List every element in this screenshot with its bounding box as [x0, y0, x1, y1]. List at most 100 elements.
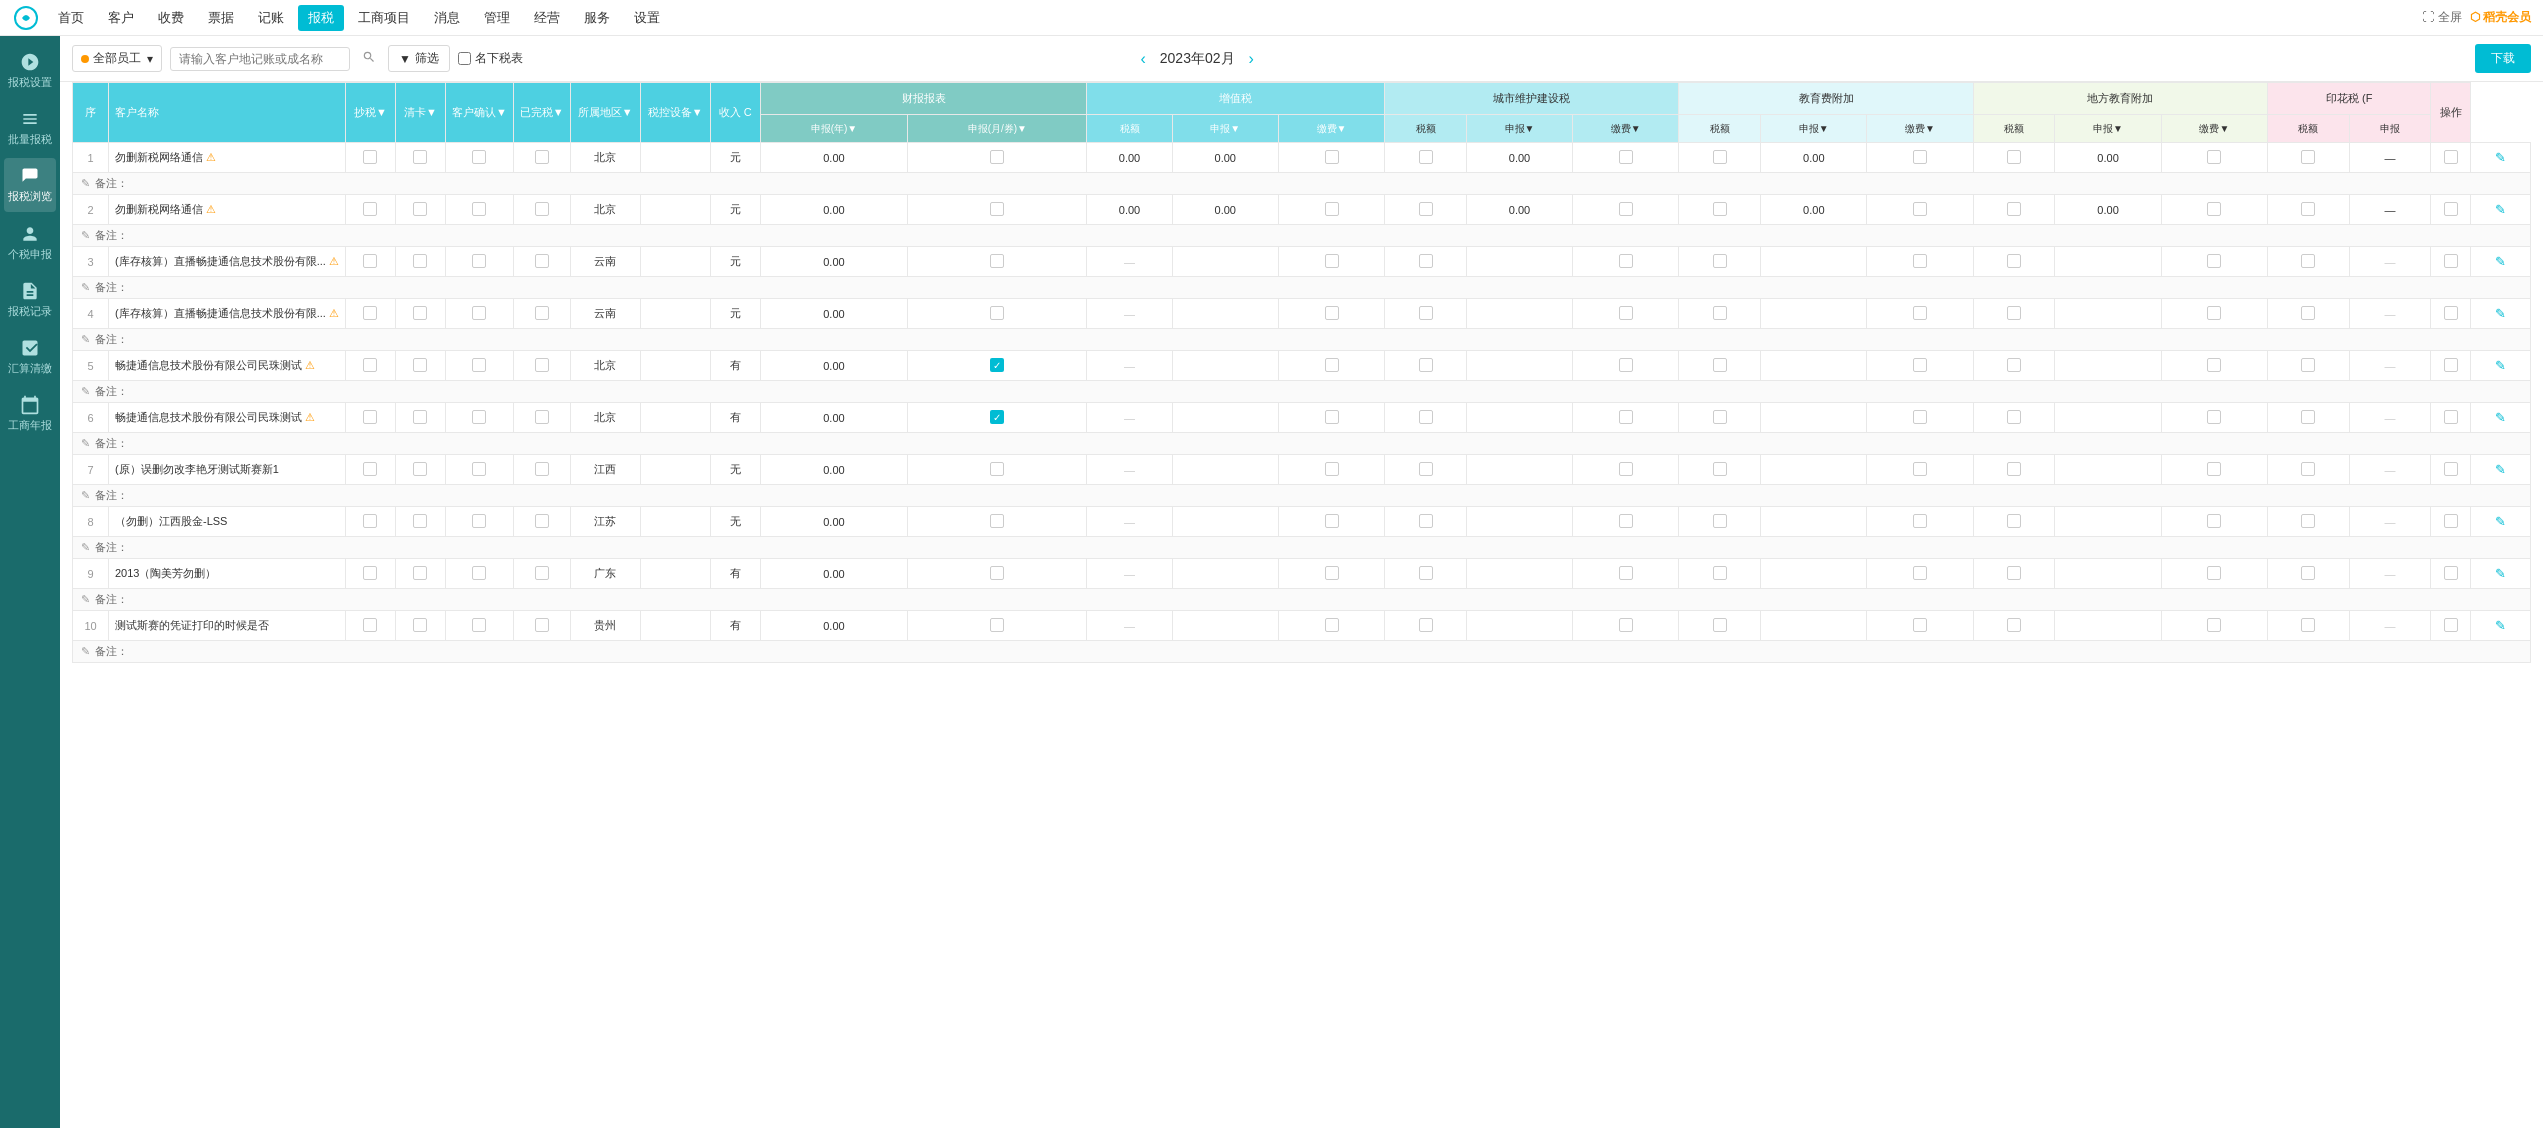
jiaoyu-jiao-cell[interactable]	[1973, 247, 2055, 277]
kehuqueren-cell[interactable]	[445, 351, 513, 381]
zengzhi-jiao-cell[interactable]	[1385, 611, 1467, 641]
chengshi-shen-cell[interactable]	[1573, 351, 1679, 381]
remark-pencil-icon[interactable]: ✎	[81, 177, 90, 189]
caibao-nian-cell[interactable]	[908, 195, 1087, 225]
qingka-cell[interactable]	[395, 507, 445, 537]
chengshi-jiao-cell[interactable]	[1679, 299, 1761, 329]
edit-icon[interactable]: ✎	[2495, 566, 2506, 581]
difang-jiao-cell[interactable]	[2267, 351, 2349, 381]
yiwanshui-cell[interactable]	[513, 247, 570, 277]
jiaoyu-jiao-cell[interactable]	[1973, 403, 2055, 433]
difang-shen-cell[interactable]	[2161, 247, 2267, 277]
difang-jiao-cell[interactable]	[2267, 195, 2349, 225]
chengshi-shen-cell[interactable]	[1573, 507, 1679, 537]
remark-pencil-icon[interactable]: ✎	[81, 489, 90, 501]
remark-pencil-icon[interactable]: ✎	[81, 593, 90, 605]
jiaoyu-shen-cell[interactable]	[1867, 507, 1973, 537]
zengzhi-shen-cell[interactable]	[1278, 195, 1384, 225]
qingka-cell[interactable]	[395, 143, 445, 173]
zengzhi-shen-cell[interactable]	[1278, 143, 1384, 173]
zengzhi-shen-cell[interactable]	[1278, 403, 1384, 433]
download-button[interactable]: 下载	[2475, 44, 2531, 73]
zengzhi-jiao-cell[interactable]	[1385, 299, 1467, 329]
kehuqueren-cell[interactable]	[445, 611, 513, 641]
difang-shen-cell[interactable]	[2161, 299, 2267, 329]
chengshi-shen-cell[interactable]	[1573, 403, 1679, 433]
chaoshui-cell[interactable]	[345, 611, 395, 641]
jiaoyu-shen-cell[interactable]	[1867, 247, 1973, 277]
chaoshui-cell[interactable]	[345, 247, 395, 277]
chaoshui-cell[interactable]	[345, 143, 395, 173]
nav-invoice[interactable]: 票据	[198, 5, 244, 31]
yinhua-shen-cell[interactable]	[2431, 507, 2471, 537]
remark-pencil-icon[interactable]: ✎	[81, 437, 90, 449]
qingka-cell[interactable]	[395, 351, 445, 381]
edit-cell[interactable]: ✎	[2471, 611, 2531, 641]
caibao-nian-cell[interactable]	[908, 507, 1087, 537]
sidebar-item-personal-tax[interactable]: 个税申报	[4, 216, 56, 269]
next-month-btn[interactable]: ›	[1243, 48, 1260, 70]
yiwanshui-cell[interactable]	[513, 403, 570, 433]
caibao-nian-cell[interactable]	[908, 455, 1087, 485]
zengzhi-jiao-cell[interactable]	[1385, 351, 1467, 381]
jiaoyu-jiao-cell[interactable]	[1973, 455, 2055, 485]
jiaoyu-jiao-cell[interactable]	[1973, 351, 2055, 381]
difang-jiao-cell[interactable]	[2267, 247, 2349, 277]
edit-cell[interactable]: ✎	[2471, 351, 2531, 381]
jiaoyu-shen-cell[interactable]	[1867, 143, 1973, 173]
chaoshui-cell[interactable]	[345, 559, 395, 589]
nav-home[interactable]: 首页	[48, 5, 94, 31]
chengshi-jiao-cell[interactable]	[1679, 143, 1761, 173]
member-btn[interactable]: ⬡ 稻壳会员	[2470, 9, 2531, 26]
chengshi-shen-cell[interactable]	[1573, 559, 1679, 589]
chengshi-shen-cell[interactable]	[1573, 299, 1679, 329]
yiwanshui-cell[interactable]	[513, 455, 570, 485]
kehuqueren-cell[interactable]	[445, 559, 513, 589]
edit-cell[interactable]: ✎	[2471, 455, 2531, 485]
qingka-cell[interactable]	[395, 403, 445, 433]
chaoshui-cell[interactable]	[345, 299, 395, 329]
difang-jiao-cell[interactable]	[2267, 455, 2349, 485]
yiwanshui-cell[interactable]	[513, 195, 570, 225]
chengshi-jiao-cell[interactable]	[1679, 195, 1761, 225]
yinhua-shen-cell[interactable]	[2431, 559, 2471, 589]
edit-icon[interactable]: ✎	[2495, 618, 2506, 633]
yinhua-shen-cell[interactable]	[2431, 351, 2471, 381]
sidebar-item-batch-tax[interactable]: 批量报税	[4, 101, 56, 154]
sidebar-item-annual[interactable]: 工商年报	[4, 387, 56, 440]
zengzhi-jiao-cell[interactable]	[1385, 247, 1467, 277]
difang-shen-cell[interactable]	[2161, 559, 2267, 589]
caibao-nian-cell[interactable]	[908, 351, 1087, 381]
jiaoyu-shen-cell[interactable]	[1867, 559, 1973, 589]
yinhua-shen-cell[interactable]	[2431, 143, 2471, 173]
edit-icon[interactable]: ✎	[2495, 410, 2506, 425]
qingka-cell[interactable]	[395, 299, 445, 329]
zengzhi-shen-cell[interactable]	[1278, 507, 1384, 537]
difang-shen-cell[interactable]	[2161, 455, 2267, 485]
jiaoyu-jiao-cell[interactable]	[1973, 611, 2055, 641]
kehuqueren-cell[interactable]	[445, 195, 513, 225]
nav-operation[interactable]: 经营	[524, 5, 570, 31]
difang-shen-cell[interactable]	[2161, 351, 2267, 381]
difang-shen-cell[interactable]	[2161, 507, 2267, 537]
edit-icon[interactable]: ✎	[2495, 202, 2506, 217]
edit-cell[interactable]: ✎	[2471, 247, 2531, 277]
chengshi-shen-cell[interactable]	[1573, 455, 1679, 485]
zengzhi-jiao-cell[interactable]	[1385, 559, 1467, 589]
yinhua-shen-cell[interactable]	[2431, 403, 2471, 433]
qingka-cell[interactable]	[395, 455, 445, 485]
edit-cell[interactable]: ✎	[2471, 507, 2531, 537]
chengshi-jiao-cell[interactable]	[1679, 611, 1761, 641]
zengzhi-shen-cell[interactable]	[1278, 559, 1384, 589]
qingka-cell[interactable]	[395, 559, 445, 589]
zengzhi-shen-cell[interactable]	[1278, 611, 1384, 641]
qingka-cell[interactable]	[395, 247, 445, 277]
jiaoyu-shen-cell[interactable]	[1867, 611, 1973, 641]
difang-shen-cell[interactable]	[2161, 195, 2267, 225]
yiwanshui-cell[interactable]	[513, 143, 570, 173]
chengshi-shen-cell[interactable]	[1573, 247, 1679, 277]
edit-icon[interactable]: ✎	[2495, 462, 2506, 477]
yiwanshui-cell[interactable]	[513, 559, 570, 589]
edit-cell[interactable]: ✎	[2471, 143, 2531, 173]
sidebar-item-settle[interactable]: 汇算清缴	[4, 330, 56, 383]
